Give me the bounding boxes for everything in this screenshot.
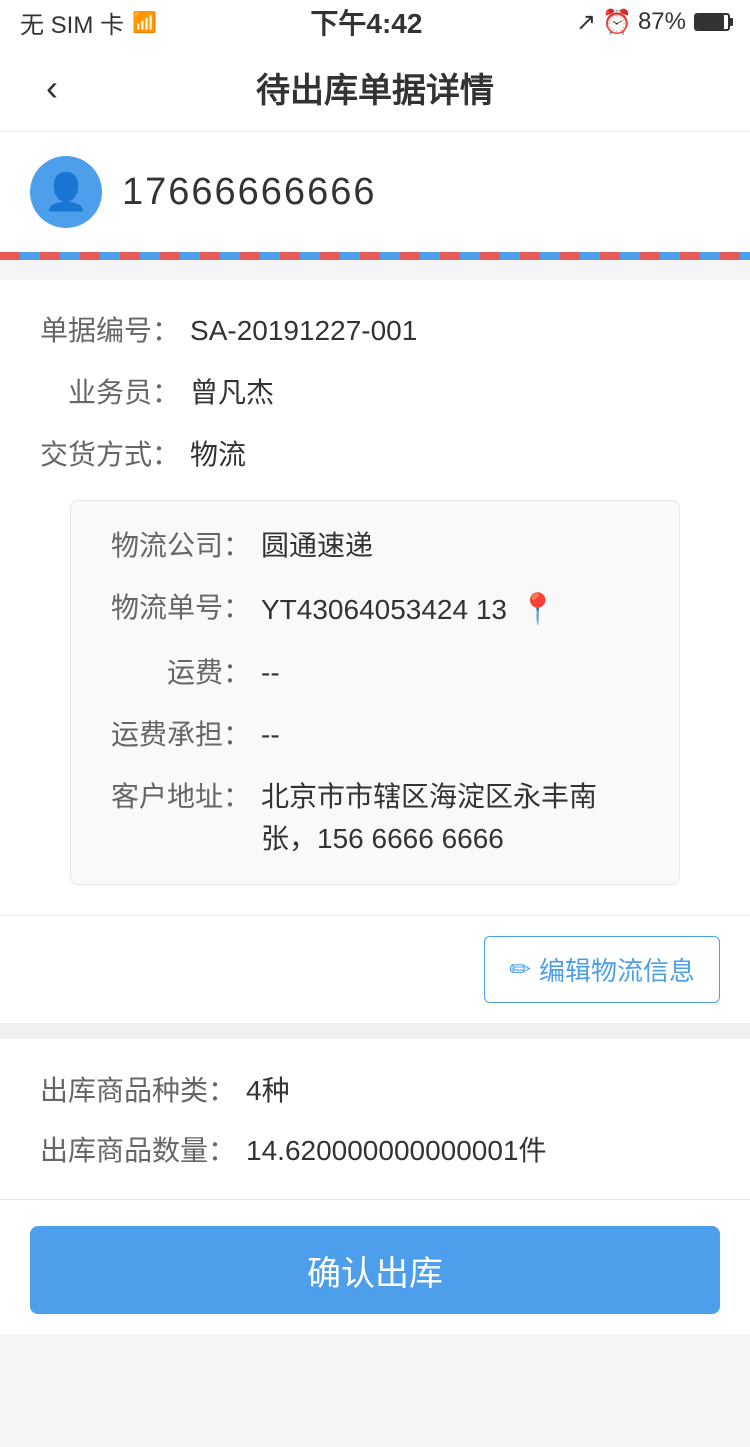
battery-percent: 87%	[638, 8, 686, 36]
logistics-company-label: 物流公司：	[101, 525, 251, 567]
avatar: 👤	[30, 156, 102, 228]
logistics-address-label: 客户地址：	[101, 776, 251, 818]
edit-btn-row: ✏ 编辑物流信息	[0, 915, 750, 1023]
map-pin-icon[interactable]: 📍	[519, 587, 556, 632]
nav-bar: ‹ 待出库单据详情	[0, 44, 750, 132]
logistics-freight-value: --	[261, 652, 649, 694]
delivery-method-label: 交货方式：	[40, 434, 180, 476]
carrier-label: 无 SIM 卡	[20, 5, 124, 40]
product-type-label: 出库商品种类：	[40, 1069, 236, 1109]
product-quantity-row: 出库商品数量： 14.620000000000001件	[40, 1129, 710, 1169]
status-left: 无 SIM 卡 📶	[20, 5, 157, 40]
logistics-freight-label: 运费：	[101, 652, 251, 694]
back-button[interactable]: ‹	[30, 66, 74, 110]
salesperson-value: 曾凡杰	[190, 372, 710, 414]
avatar-icon: 👤	[44, 171, 89, 213]
user-phone: 17666666666	[122, 171, 376, 214]
location-icon: ↗	[576, 8, 596, 37]
logistics-freight-bear-row: 运费承担： --	[101, 714, 649, 756]
logistics-freight-bear-value: --	[261, 714, 649, 756]
document-info-section: 单据编号： SA-20191227-001 业务员： 曾凡杰 交货方式： 物流 …	[0, 280, 750, 915]
user-header: 👤 17666666666	[0, 132, 750, 252]
logistics-freight-bear-label: 运费承担：	[101, 714, 251, 756]
logistics-address-value: 北京市市辖区海淀区永丰南 张，156 6666 6666	[261, 776, 649, 860]
edit-icon: ✏	[509, 954, 531, 985]
logistics-section: 物流公司： 圆通速递 物流单号： YT43064053424 13 📍 运费： …	[70, 500, 680, 885]
logistics-address-row: 客户地址： 北京市市辖区海淀区永丰南 张，156 6666 6666	[101, 776, 649, 860]
status-right: ↗ ⏰ 87%	[576, 8, 730, 37]
logistics-company-row: 物流公司： 圆通速递	[101, 525, 649, 567]
delivery-method-row: 交货方式： 物流	[40, 434, 710, 476]
confirm-outbound-button[interactable]: 确认出库	[30, 1226, 720, 1314]
logistics-tracking-row: 物流单号： YT43064053424 13 📍	[101, 587, 649, 632]
status-bar: 无 SIM 卡 📶 下午4:42 ↗ ⏰ 87%	[0, 0, 750, 44]
product-section: 出库商品种类： 4种 出库商品数量： 14.620000000000001件	[0, 1039, 750, 1199]
product-type-value: 4种	[246, 1069, 290, 1109]
dashed-divider	[0, 252, 750, 260]
product-quantity-label: 出库商品数量：	[40, 1129, 236, 1169]
alarm-icon: ⏰	[602, 8, 632, 37]
back-icon: ‹	[46, 67, 58, 109]
document-number-label: 单据编号：	[40, 310, 180, 352]
edit-btn-label: 编辑物流信息	[539, 951, 695, 988]
product-type-row: 出库商品种类： 4种	[40, 1069, 710, 1109]
product-quantity-value: 14.620000000000001件	[246, 1129, 547, 1169]
salesperson-label: 业务员：	[40, 372, 180, 414]
status-time: 下午4:42	[310, 2, 422, 42]
section-divider	[0, 1023, 750, 1039]
logistics-freight-row: 运费： --	[101, 652, 649, 694]
salesperson-row: 业务员： 曾凡杰	[40, 372, 710, 414]
edit-logistics-button[interactable]: ✏ 编辑物流信息	[484, 936, 720, 1003]
logistics-tracking-label: 物流单号：	[101, 587, 251, 629]
battery-icon	[694, 13, 730, 31]
document-number-value: SA-20191227-001	[190, 310, 710, 352]
document-number-row: 单据编号： SA-20191227-001	[40, 310, 710, 352]
confirm-btn-area: 确认出库	[0, 1206, 750, 1334]
wifi-icon: 📶	[132, 10, 157, 35]
delivery-method-value: 物流	[190, 434, 710, 476]
logistics-tracking-value: YT43064053424 13 📍	[261, 587, 649, 632]
page-title: 待出库单据详情	[256, 63, 494, 112]
logistics-company-value: 圆通速递	[261, 525, 649, 567]
confirm-btn-label: 确认出库	[307, 1246, 443, 1295]
